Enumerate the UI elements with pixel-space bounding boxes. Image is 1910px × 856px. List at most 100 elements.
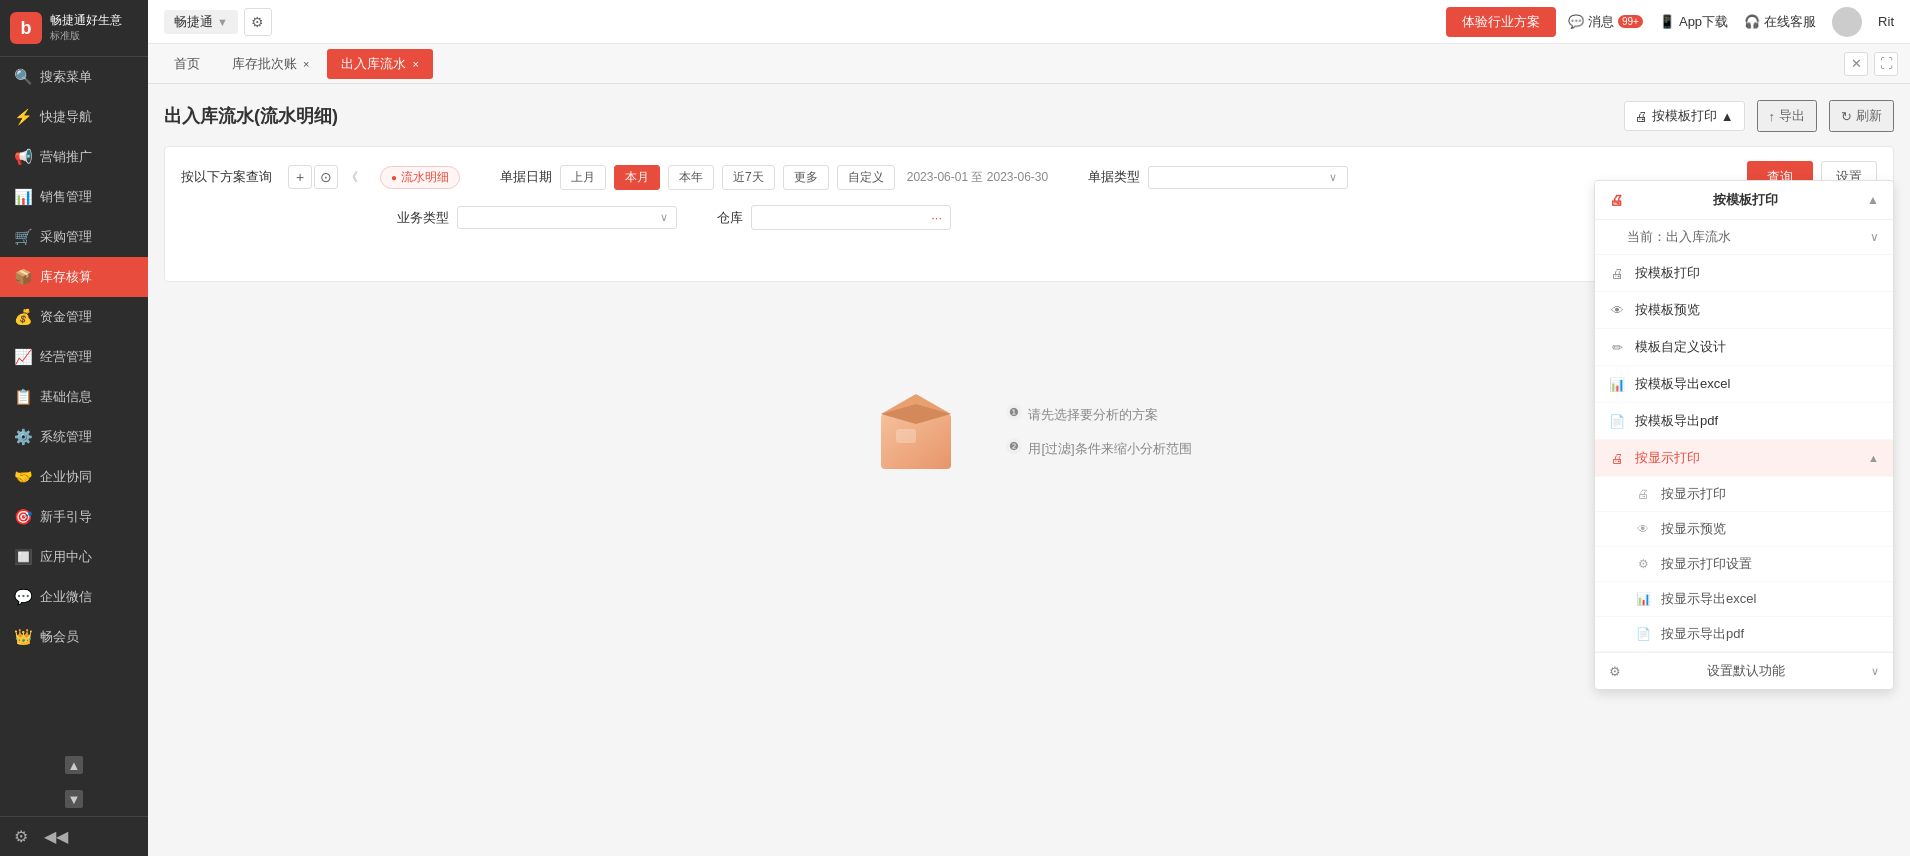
- filter-tag[interactable]: ● 流水明细: [380, 166, 460, 189]
- business-arrow-icon: ∨: [660, 211, 668, 224]
- dp-sub-item-display-preview[interactable]: 👁按显示预览: [1595, 512, 1893, 547]
- date-btn-more[interactable]: 更多: [783, 165, 829, 190]
- sidebar-item-apps[interactable]: 🔲应用中心: [0, 537, 148, 577]
- dp-item-template-preview[interactable]: 👁按模板预览: [1595, 292, 1893, 329]
- sales-icon: 📊: [14, 188, 32, 206]
- dropdown-footer[interactable]: ⚙ 设置默认功能 ∨: [1595, 652, 1893, 689]
- sidebar-label-wechat: 企业微信: [40, 588, 92, 606]
- tag-dot-icon: ●: [391, 172, 397, 183]
- refresh-btn[interactable]: ↻ 刷新: [1829, 100, 1894, 132]
- warehouse-select[interactable]: ···: [751, 205, 951, 230]
- tab-close-flow[interactable]: ×: [412, 58, 418, 70]
- sidebar-item-quicknav[interactable]: ⚡快捷导航: [0, 97, 148, 137]
- header-gear-btn[interactable]: ⚙: [244, 8, 272, 36]
- sidebar-logo: b 畅捷通好生意 标准版: [0, 0, 148, 57]
- sidebar-nav: 🔍搜索菜单⚡快捷导航📢营销推广 📊 销售管理 🛒采购管理📦库存核算💰资金管理📈经营管理…: [0, 57, 148, 748]
- printer-icon: 🖨: [1635, 109, 1648, 124]
- voucher-type-select[interactable]: ∨: [1148, 166, 1348, 189]
- sidebar-item-sales[interactable]: 📊 销售管理: [0, 177, 148, 217]
- date-btn-current_month[interactable]: 本月: [614, 165, 660, 190]
- warehouse-more-icon: ···: [931, 210, 942, 225]
- page-title: 出入库流水(流水明细): [164, 104, 338, 128]
- business-type-input[interactable]: ∨: [457, 206, 677, 229]
- filter-section-label: 按以下方案查询: [181, 168, 272, 186]
- dp-sub-item-display-pdf[interactable]: 📄按显示导出pdf: [1595, 617, 1893, 652]
- dp-item-template-excel[interactable]: 📊按模板导出excel: [1595, 366, 1893, 403]
- tab-flow[interactable]: 出入库流水 ×: [327, 49, 432, 79]
- headset-icon: 🎧: [1744, 14, 1760, 29]
- tab-batch[interactable]: 库存批次账×: [218, 49, 323, 79]
- export-btn[interactable]: ↑ 导出: [1757, 100, 1818, 132]
- dp-icon-template-pdf: 📄: [1609, 413, 1625, 429]
- dp-item-display-print[interactable]: 🖨按显示打印▲: [1595, 440, 1893, 477]
- tab-label-flow: 出入库流水: [341, 55, 406, 73]
- dp-label-template-pdf: 按模板导出pdf: [1635, 412, 1879, 430]
- expand-window-btn[interactable]: ⛶: [1874, 52, 1898, 76]
- collapse-icon[interactable]: ◀◀: [44, 827, 68, 846]
- filter-collapse-btn[interactable]: 《: [340, 165, 364, 189]
- app-download-btn[interactable]: 📱 App下载: [1659, 13, 1728, 31]
- scroll-up-btn[interactable]: ▲: [65, 756, 83, 774]
- sidebar-item-inventory[interactable]: 📦库存核算: [0, 257, 148, 297]
- message-btn[interactable]: 💬 消息 99+: [1568, 13, 1643, 31]
- message-icon: 💬: [1568, 14, 1584, 29]
- dp-item-template-pdf[interactable]: 📄 按模板导出pdf: [1595, 403, 1893, 440]
- sidebar-item-vip[interactable]: 👑畅会员: [0, 617, 148, 657]
- sidebar-item-search[interactable]: 🔍搜索菜单: [0, 57, 148, 97]
- dp-label-template-design: 模板自定义设计: [1635, 338, 1879, 356]
- dropdown-current: 当前：出入库流水 ∨: [1595, 220, 1893, 255]
- wechat-icon: 💬: [14, 588, 32, 606]
- dp-sub-item-display-excel[interactable]: 📊按显示导出excel: [1595, 582, 1893, 617]
- settings-icon[interactable]: ⚙: [14, 827, 28, 846]
- dp-item-template-design[interactable]: ✏模板自定义设计: [1595, 329, 1893, 366]
- filter-add-btn[interactable]: +: [288, 165, 312, 189]
- empty-hints: ❶ 请先选择要分析的方案 ❷ 用[过滤]条件来缩小分析范围: [1006, 402, 1191, 462]
- dp-sub-icon-display-print-settings: ⚙: [1635, 556, 1651, 572]
- date-btn-prev_month[interactable]: 上月: [560, 165, 606, 190]
- user-avatar[interactable]: [1832, 7, 1862, 37]
- vip-icon: 👑: [14, 628, 32, 646]
- hint-text-1: 请先选择要分析的方案: [1028, 402, 1158, 428]
- sidebar-item-finance[interactable]: 💰资金管理: [0, 297, 148, 337]
- dp-sub-label-display-excel: 按显示导出excel: [1661, 590, 1756, 608]
- scroll-down-btn[interactable]: ▼: [65, 790, 83, 808]
- username-display[interactable]: 畅捷通 ▼: [164, 10, 238, 34]
- sidebar-item-marketing[interactable]: 📢营销推广: [0, 137, 148, 177]
- sidebar-item-purchase[interactable]: 🛒采购管理: [0, 217, 148, 257]
- inventory-icon: 📦: [14, 268, 32, 286]
- header-right: 💬 消息 99+ 📱 App下载 🎧 在线客服 Rit: [1568, 7, 1894, 37]
- close-window-btn[interactable]: ✕: [1844, 52, 1868, 76]
- main-area: 畅捷通 ▼ ⚙ 体验行业方案 💬 消息 99+ 📱 App下载 🎧 在线客服: [148, 0, 1910, 856]
- tab-label-home: 首页: [174, 55, 200, 73]
- dp-sub-item-display-print-sub[interactable]: 🖨按显示打印: [1595, 477, 1893, 512]
- dropdown-header-label: 按模板打印: [1713, 191, 1778, 209]
- sidebar-item-operations[interactable]: 📈经营管理: [0, 337, 148, 377]
- sidebar-item-corp[interactable]: 🤝企业协同: [0, 457, 148, 497]
- sidebar-item-wechat[interactable]: 💬 企业微信: [0, 577, 148, 617]
- sidebar-label-basic: 基础信息: [40, 388, 92, 406]
- dp-label-template-preview: 按模板预览: [1635, 301, 1879, 319]
- tab-home[interactable]: 首页: [160, 49, 214, 79]
- date-btn-current_year[interactable]: 本年: [668, 165, 714, 190]
- sidebar-item-guide[interactable]: 🎯新手引导: [0, 497, 148, 537]
- footer-arrow-icon: ∨: [1871, 665, 1879, 678]
- date-btn-custom[interactable]: 自定义: [837, 165, 895, 190]
- sidebar-footer: ⚙ ◀◀: [0, 816, 148, 856]
- tab-restore-area: ✕ ⛶: [1844, 52, 1898, 76]
- tab-close-batch[interactable]: ×: [303, 58, 309, 70]
- sidebar-item-system[interactable]: ⚙️系统管理: [0, 417, 148, 457]
- sidebar-label-sales: 销售管理: [40, 188, 92, 206]
- dp-item-template-print[interactable]: 🖨按模板打印: [1595, 255, 1893, 292]
- footer-label: 设置默认功能: [1707, 662, 1785, 680]
- online-service-btn[interactable]: 🎧 在线客服: [1744, 13, 1816, 31]
- dp-sub-item-display-print-settings[interactable]: ⚙按显示打印设置: [1595, 547, 1893, 582]
- date-filter: 上月本月本年近7天更多自定义2023-06-01 至 2023-06-30: [560, 165, 1048, 190]
- sidebar-item-basic[interactable]: 📋基础信息: [0, 377, 148, 417]
- print-template-btn[interactable]: 🖨 按模板打印 ▲: [1624, 101, 1745, 131]
- business-type-label: 业务类型: [397, 209, 449, 227]
- sidebar-label-finance: 资金管理: [40, 308, 92, 326]
- date-btn-7days[interactable]: 近7天: [722, 165, 775, 190]
- trial-btn[interactable]: 体验行业方案: [1446, 7, 1556, 37]
- dropdown-header-arrow[interactable]: ▲: [1867, 193, 1879, 207]
- filter-config-btn[interactable]: ⊙: [314, 165, 338, 189]
